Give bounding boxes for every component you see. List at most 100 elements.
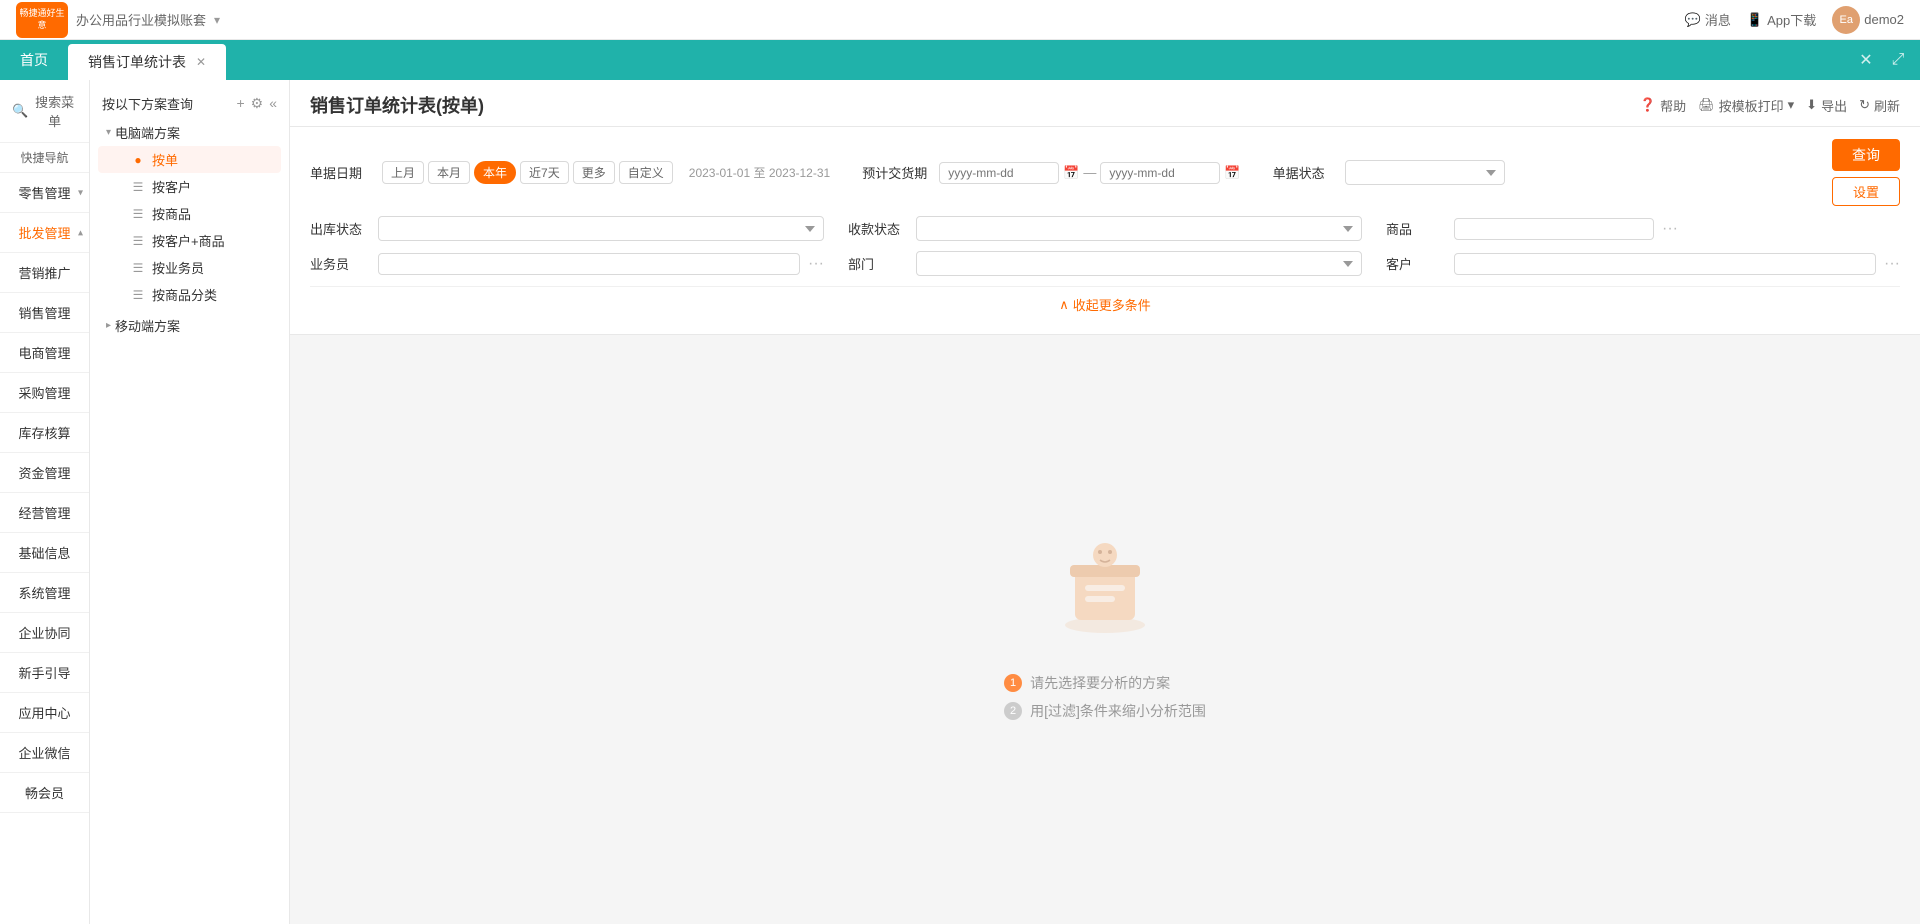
expected-date-end[interactable] (1100, 162, 1220, 184)
filter-row-status: 出库状态 收款状态 商品 ··· (310, 216, 1900, 241)
main-layout: 🔍 搜索菜单 快捷导航 零售管理 ▾ 批发管理 ▴ 营销推广 销售管理 电商管理… (0, 80, 1920, 924)
filter-row-misc: 业务员 ··· 部门 客户 ··· (310, 251, 1900, 276)
collapse-more-conditions-btn[interactable]: ∧ 收起更多条件 (310, 286, 1900, 322)
chevron-up-icon: ∧ (1059, 297, 1069, 313)
print-icon: 🖨 (1698, 97, 1715, 113)
order-status-select[interactable] (1345, 160, 1505, 185)
customer-filter: 客户 ··· (1386, 253, 1900, 275)
tabbar-actions: ✕ ⤢ (1854, 48, 1910, 72)
ship-status-select[interactable] (378, 216, 824, 241)
date-btn-more[interactable]: 更多 (573, 161, 615, 184)
date-btn-this-month[interactable]: 本月 (428, 161, 470, 184)
customer-label: 客户 (1386, 254, 1446, 273)
sidebar-item-marketing[interactable]: 营销推广 (0, 253, 89, 293)
search-menu-btn[interactable]: 🔍 搜索菜单 (8, 88, 81, 134)
download-icon: 📱 (1747, 12, 1763, 28)
salesperson-more-icon[interactable]: ··· (808, 255, 824, 273)
tab-home[interactable]: 首页 (0, 40, 68, 80)
tree-item-by-salesperson[interactable]: ☰ 按业务员 (98, 254, 281, 281)
sidebar: 🔍 搜索菜单 快捷导航 零售管理 ▾ 批发管理 ▴ 营销推广 销售管理 电商管理… (0, 80, 90, 924)
tree-item-by-product-cat[interactable]: ☰ 按商品分类 (98, 281, 281, 308)
sidebar-item-member[interactable]: 畅会员 (0, 773, 89, 813)
salesperson-input[interactable] (378, 253, 800, 275)
message-icon: 💬 (1685, 12, 1701, 28)
add-scheme-icon[interactable]: + (236, 95, 244, 112)
cal-icon-start: 📅 (1063, 165, 1079, 181)
close-window-icon[interactable]: ✕ (1854, 48, 1878, 72)
ship-status-filter: 出库状态 (310, 216, 824, 241)
tree-item-by-customer[interactable]: ☰ 按客户 (98, 173, 281, 200)
header-actions: ❓ 帮助 🖨 按模板打印 ▾ ⬇ 导出 ↻ 刷新 (1640, 96, 1900, 115)
sidebar-item-operations[interactable]: 经营管理 (0, 493, 89, 533)
empty-step-2: 2 用[过滤]条件来缩小分析范围 (1004, 701, 1206, 721)
tree-desktop-parent[interactable]: ▾ 电脑端方案 (98, 119, 281, 146)
sidebar-item-retail[interactable]: 零售管理 ▾ (0, 173, 89, 213)
chevron-down-icon: ▾ (78, 187, 83, 198)
refresh-btn[interactable]: ↻ 刷新 (1859, 96, 1900, 115)
scheme-icon: ☰ (130, 260, 146, 276)
expand-window-icon[interactable]: ⤢ (1886, 48, 1910, 72)
sidebar-item-basic[interactable]: 基础信息 (0, 533, 89, 573)
order-status-label: 单据状态 (1273, 163, 1333, 182)
quick-nav-btn[interactable]: 快捷导航 (0, 143, 89, 173)
help-btn[interactable]: ❓ 帮助 (1640, 96, 1686, 115)
customer-input[interactable] (1454, 253, 1876, 275)
content-header: 销售订单统计表(按单) ❓ 帮助 🖨 按模板打印 ▾ ⬇ 导出 ↻ 刷新 (290, 80, 1920, 127)
panel-title: 按以下方案查询 (102, 94, 193, 113)
product-filter: 商品 ··· (1386, 218, 1900, 240)
sidebar-item-system[interactable]: 系统管理 (0, 573, 89, 613)
tab-close-icon[interactable]: ✕ (196, 55, 206, 69)
app-download-btn[interactable]: 📱 App下载 (1747, 10, 1816, 29)
sidebar-item-inventory[interactable]: 库存核算 (0, 413, 89, 453)
customer-more-icon[interactable]: ··· (1884, 255, 1900, 273)
product-input[interactable] (1454, 218, 1654, 240)
department-label: 部门 (848, 254, 908, 273)
scheme-icon: ☰ (130, 287, 146, 303)
avatar: Ea (1832, 6, 1860, 34)
export-btn[interactable]: ⬇ 导出 (1806, 96, 1847, 115)
scheme-icon: ☰ (130, 179, 146, 195)
settings-button[interactable]: 设置 (1832, 177, 1900, 206)
sidebar-item-finance[interactable]: 资金管理 (0, 453, 89, 493)
date-btn-custom[interactable]: 自定义 (619, 161, 673, 184)
sidebar-item-cooperation[interactable]: 企业协同 (0, 613, 89, 653)
sidebar-item-appcenter[interactable]: 应用中心 (0, 693, 89, 733)
department-select[interactable] (916, 251, 1362, 276)
topbar-left: 畅捷通好生意 办公用品行业模拟账套 ▾ (16, 2, 220, 38)
date-btn-7days[interactable]: 近7天 (520, 161, 569, 184)
user-profile[interactable]: Ea demo2 (1832, 6, 1904, 34)
filter-row-dates: 单据日期 上月 本月 本年 近7天 更多 自定义 2023-01-01 至 20… (310, 139, 1900, 206)
empty-illustration (1045, 530, 1165, 653)
app-title-dropdown[interactable]: ▾ (214, 13, 220, 27)
sidebar-item-newbie[interactable]: 新手引导 (0, 653, 89, 693)
scheme-tree: ▾ 电脑端方案 ● 按单 ☰ 按客户 ☰ 按商品 ☰ 按客户+商品 ☰ 按业务员 (90, 119, 289, 339)
date-btn-last-month[interactable]: 上月 (382, 161, 424, 184)
payment-status-select[interactable] (916, 216, 1362, 241)
product-more-icon[interactable]: ··· (1662, 220, 1678, 238)
payment-status-label: 收款状态 (848, 219, 908, 238)
filter-area: 单据日期 上月 本月 本年 近7天 更多 自定义 2023-01-01 至 20… (290, 127, 1920, 335)
date-btn-this-year[interactable]: 本年 (474, 161, 516, 184)
query-button[interactable]: 查询 (1832, 139, 1900, 171)
print-btn[interactable]: 🖨 按模板打印 ▾ (1698, 96, 1794, 115)
message-btn[interactable]: 💬 消息 (1685, 10, 1731, 29)
sidebar-item-wechat[interactable]: 企业微信 (0, 733, 89, 773)
sidebar-item-sales[interactable]: 销售管理 (0, 293, 89, 333)
empty-step-1: 1 请先选择要分析的方案 (1004, 673, 1206, 693)
tree-mobile-parent[interactable]: ▸ 移动端方案 (98, 312, 281, 339)
query-btn-area: 查询 设置 (1832, 139, 1900, 206)
tree-item-by-cust-prod[interactable]: ☰ 按客户+商品 (98, 227, 281, 254)
empty-state: 1 请先选择要分析的方案 2 用[过滤]条件来缩小分析范围 (290, 335, 1920, 924)
settings-scheme-icon[interactable]: ⚙ (251, 95, 264, 112)
expected-date-inputs: 📅 — 📅 (939, 162, 1240, 184)
sidebar-item-purchase[interactable]: 采购管理 (0, 373, 89, 413)
date-label: 单据日期 (310, 163, 370, 182)
sidebar-item-ecommerce[interactable]: 电商管理 (0, 333, 89, 373)
collapse-panel-icon[interactable]: « (269, 95, 277, 112)
expected-date-label: 预计交货期 (862, 163, 927, 182)
tree-item-by-order[interactable]: ● 按单 (98, 146, 281, 173)
tree-item-by-product[interactable]: ☰ 按商品 (98, 200, 281, 227)
sidebar-item-wholesale[interactable]: 批发管理 ▴ (0, 213, 89, 253)
expected-date-start[interactable] (939, 162, 1059, 184)
tab-sales-order-stats[interactable]: 销售订单统计表 ✕ (68, 44, 226, 80)
